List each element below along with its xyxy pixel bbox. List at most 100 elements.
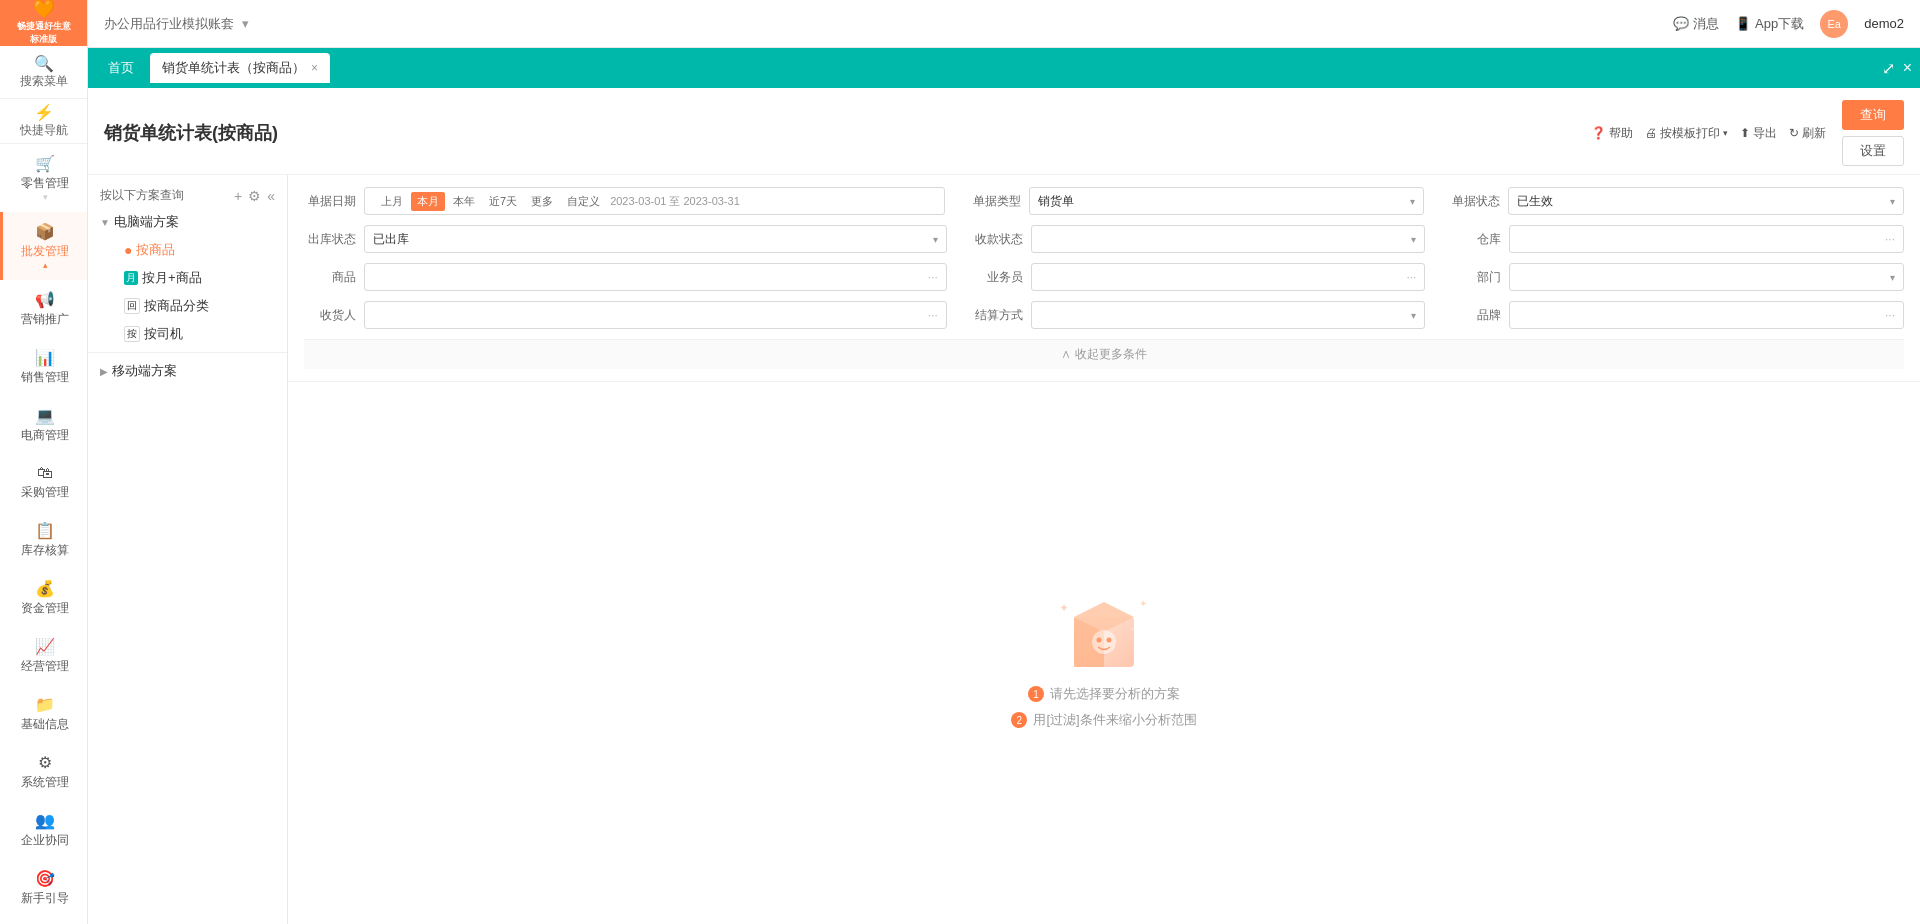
app-download-button[interactable]: 📱 App下载	[1735, 15, 1804, 33]
tab-close-button[interactable]: ×	[311, 61, 318, 75]
filter-row-1: 单据日期 上月 本月 本年 近7天 更多 自定义 2023-03-01 至 20…	[304, 187, 1904, 215]
purchase-icon: 🛍	[37, 464, 53, 482]
date-btn-custom[interactable]: 自定义	[561, 192, 606, 211]
ecommerce-label: 电商管理	[21, 427, 69, 444]
user-avatar[interactable]: Ea	[1820, 10, 1848, 38]
tree-item-by-category[interactable]: 回 按商品分类	[108, 292, 287, 320]
sidebar-item-guide[interactable]: 🎯 新手引导	[0, 859, 87, 917]
brand-label: 品牌	[1449, 307, 1501, 324]
date-btn-more[interactable]: 更多	[525, 192, 559, 211]
tree-mobile-section[interactable]: ▶ 移动端方案	[88, 357, 287, 385]
filter-area: 单据日期 上月 本月 本年 近7天 更多 自定义 2023-03-01 至 20…	[288, 175, 1920, 382]
sidebar-item-marketing[interactable]: 📢 营销推广	[0, 280, 87, 338]
wholesale-icon: 📦	[35, 222, 55, 241]
tree-item-by-driver[interactable]: 按 按司机	[108, 320, 287, 348]
guide-icon: 🎯	[35, 869, 55, 888]
receipt-status-control[interactable]: ▾	[1031, 225, 1426, 253]
receiver-label: 收货人	[304, 307, 356, 324]
doc-status-label: 单据状态	[1448, 193, 1500, 210]
sidebar-item-finance[interactable]: 💰 资金管理	[0, 569, 87, 627]
tab-sales-stats[interactable]: 销货单统计表（按商品） ×	[150, 53, 330, 83]
receipt-status-label: 收款状态	[971, 231, 1023, 248]
sidebar-item-basic-info[interactable]: 📁 基础信息	[0, 685, 87, 743]
page-title: 销货单统计表(按商品)	[104, 121, 278, 145]
print-button[interactable]: 🖨 按模板打印 ▾	[1645, 125, 1728, 142]
collapse-more-button[interactable]: ∧ 收起更多条件	[304, 339, 1904, 369]
warehouse-control[interactable]: ···	[1509, 225, 1904, 253]
dept-arrow: ▾	[1890, 272, 1895, 283]
sidebar-item-ecommerce[interactable]: 💻 电商管理	[0, 396, 87, 454]
sales-label: 销售管理	[21, 369, 69, 386]
sidebar-item-wholesale[interactable]: 📦 批发管理 ▴	[0, 212, 87, 280]
receiver-dots: ···	[928, 308, 938, 322]
empty-tip-1-text: 请先选择要分析的方案	[1050, 685, 1180, 703]
tab-home[interactable]: 首页	[96, 53, 146, 83]
sidebar-item-appcenter[interactable]: 🔲 应用中心	[0, 917, 87, 924]
help-button[interactable]: ❓ 帮助	[1591, 125, 1633, 142]
tree-item-by-product[interactable]: ● 按商品	[108, 236, 287, 264]
sidebar-item-system[interactable]: ⚙ 系统管理	[0, 743, 87, 801]
message-button[interactable]: 💬 消息	[1673, 15, 1719, 33]
doc-status-value: 已生效	[1517, 193, 1553, 210]
svg-point-5	[1106, 638, 1111, 643]
tree-item-by-month-product[interactable]: 月 按月+商品	[108, 264, 287, 292]
salesperson-control[interactable]: ···	[1031, 263, 1426, 291]
panel-collapse-button[interactable]: «	[267, 188, 275, 204]
salesperson-dots: ···	[1406, 270, 1416, 284]
export-button[interactable]: ⬆ 导出	[1740, 125, 1777, 142]
receipt-status-arrow: ▾	[1411, 234, 1416, 245]
product-control[interactable]: ···	[364, 263, 947, 291]
system-label: 系统管理	[21, 774, 69, 791]
empty-state: ✦ ✦ ✦ 1 请先选择要分析的方案 2 用[过滤]条件来缩小分析范围	[1011, 577, 1196, 729]
tree-item-driver-label: 按司机	[144, 325, 183, 343]
setting-button[interactable]: 设置	[1842, 136, 1904, 166]
sidebar-item-enterprise[interactable]: 👥 企业协同	[0, 801, 87, 859]
search-menu[interactable]: 🔍 搜索菜单	[0, 46, 87, 99]
tree-pc-section[interactable]: ▼ 电脑端方案	[88, 208, 287, 236]
doc-status-control[interactable]: 已生效 ▾	[1508, 187, 1904, 215]
tab-maximize-button[interactable]: ⤢	[1882, 59, 1895, 78]
right-area: 单据日期 上月 本月 本年 近7天 更多 自定义 2023-03-01 至 20…	[288, 175, 1920, 924]
panel-add-button[interactable]: +	[234, 188, 242, 204]
workspace-selector[interactable]: 办公用品行业模拟账套 ▾	[104, 15, 249, 33]
doc-type-control[interactable]: 销货单 ▾	[1029, 187, 1425, 215]
date-label: 单据日期	[304, 193, 356, 210]
dept-control[interactable]: ▾	[1509, 263, 1904, 291]
sidebar: 🧡 畅捷通好生意 标准版 🔍 搜索菜单 ⚡ 快捷导航 🛒 零售管理 ▾ 📦 批发…	[0, 0, 88, 924]
out-status-arrow: ▾	[933, 234, 938, 245]
tab-close-all-button[interactable]: ×	[1903, 59, 1912, 77]
tree-item-driver-icon: 按	[124, 326, 140, 342]
date-btn-last-month[interactable]: 上月	[375, 192, 409, 211]
sidebar-item-sales[interactable]: 📊 销售管理	[0, 338, 87, 396]
date-btn-this-month[interactable]: 本月	[411, 192, 445, 211]
basic-info-icon: 📁	[35, 695, 55, 714]
brand-control[interactable]: ···	[1509, 301, 1904, 329]
receiver-control[interactable]: ···	[364, 301, 947, 329]
purchase-label: 采购管理	[21, 484, 69, 501]
sidebar-item-inventory[interactable]: 📋 库存核算	[0, 511, 87, 569]
tree-item-by-product-label: 按商品	[136, 241, 175, 259]
sidebar-item-purchase[interactable]: 🛍 采购管理	[0, 454, 87, 511]
brand-dots: ···	[1885, 308, 1895, 322]
sidebar-item-operations[interactable]: 📈 经营管理	[0, 627, 87, 685]
tab-bar: 首页 销货单统计表（按商品） × ⤢ ×	[88, 48, 1920, 88]
panel-settings-button[interactable]: ⚙	[248, 188, 261, 204]
help-icon: ❓	[1591, 126, 1606, 140]
payment-control[interactable]: ▾	[1031, 301, 1426, 329]
query-button[interactable]: 查询	[1842, 100, 1904, 130]
help-label: 帮助	[1609, 125, 1633, 142]
date-btn-7days[interactable]: 近7天	[483, 192, 523, 211]
date-btn-this-year[interactable]: 本年	[447, 192, 481, 211]
out-status-control[interactable]: 已出库 ▾	[364, 225, 947, 253]
sidebar-item-retail[interactable]: 🛒 零售管理 ▾	[0, 144, 87, 212]
avatar-image: Ea	[1828, 18, 1841, 30]
refresh-button[interactable]: ↻ 刷新	[1789, 125, 1826, 142]
operations-icon: 📈	[35, 637, 55, 656]
out-status-label: 出库状态	[304, 231, 356, 248]
retail-label: 零售管理	[21, 175, 69, 192]
tree-item-month-label: 按月+商品	[142, 269, 202, 287]
quick-nav[interactable]: ⚡ 快捷导航	[0, 99, 87, 144]
tree-item-selected-icon: ●	[124, 242, 132, 258]
date-filter-group: 上月 本月 本年 近7天 更多 自定义 2023-03-01 至 2023-03…	[364, 187, 945, 215]
print-dropdown-icon: ▾	[1723, 128, 1728, 138]
